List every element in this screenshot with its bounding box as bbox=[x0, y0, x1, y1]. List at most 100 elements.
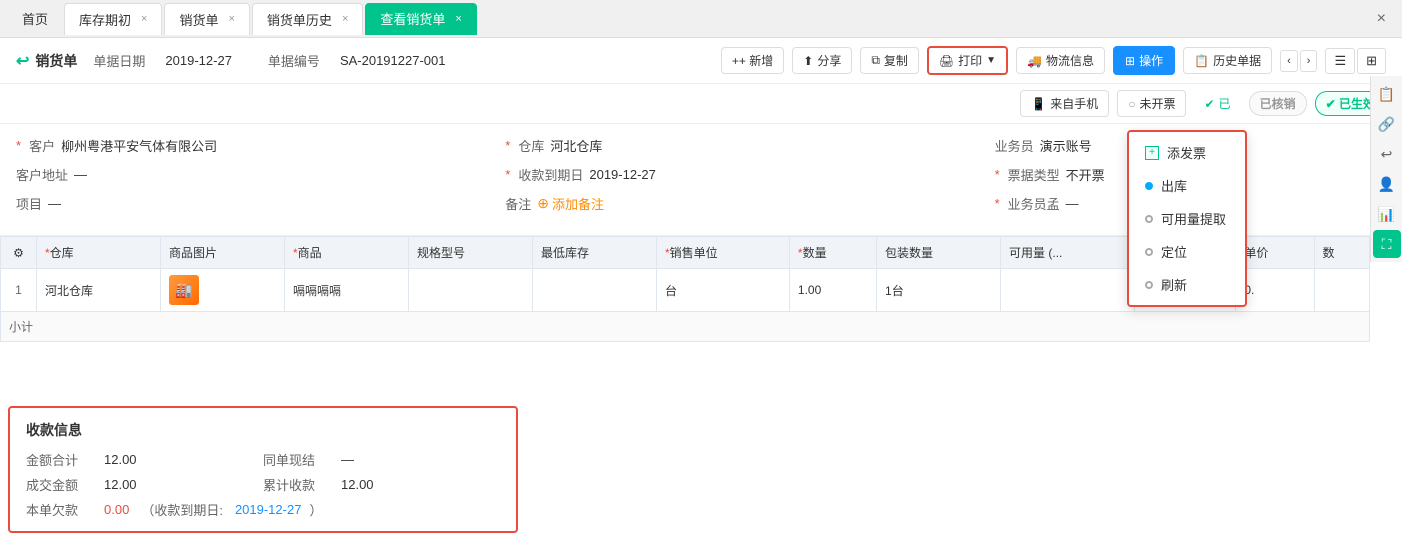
project-field: 项目 — bbox=[16, 194, 505, 213]
sidebar-icon-4[interactable]: 👤 bbox=[1373, 170, 1401, 198]
copy-button[interactable]: ⧉ 复制 bbox=[860, 47, 919, 74]
warehouse-required-star: * bbox=[505, 138, 510, 153]
row-warehouse: 河北仓库 bbox=[37, 269, 161, 312]
tab-inventory-init[interactable]: 库存期初 × bbox=[64, 3, 162, 35]
tab-close-sales-order[interactable]: × bbox=[228, 13, 234, 25]
history-button[interactable]: 📋 历史单据 bbox=[1183, 47, 1272, 74]
sidebar-icon-2[interactable]: 🔗 bbox=[1373, 110, 1401, 138]
row-unit: 台 bbox=[657, 269, 790, 312]
project-label: 项目 bbox=[16, 194, 42, 213]
add-note-text: 添加备注 bbox=[552, 194, 604, 213]
col-product: *商品 bbox=[285, 237, 409, 269]
nav-prev[interactable]: ‹ bbox=[1280, 50, 1298, 72]
logistics-icon: 🚚 bbox=[1027, 54, 1042, 68]
tab-sales-order[interactable]: 销货单 × bbox=[164, 3, 249, 35]
print-label: 打印 bbox=[958, 52, 982, 69]
address-label: 客户地址 bbox=[16, 165, 68, 184]
action-dropdown: + 添发票 出库 可用量提取 定位 刷新 bbox=[1127, 130, 1247, 307]
note-label: 备注 bbox=[505, 194, 531, 213]
copy-label: 复制 bbox=[884, 52, 908, 69]
payment-title: 收款信息 bbox=[26, 420, 500, 440]
window-close-button[interactable]: × bbox=[1369, 6, 1394, 32]
same-order-label: 同单现结 bbox=[263, 450, 333, 469]
view-grid[interactable]: ⊞ bbox=[1357, 48, 1386, 74]
dropdown-available-qty[interactable]: 可用量提取 bbox=[1129, 202, 1245, 235]
print-icon: 🖨 bbox=[939, 54, 954, 68]
doc-date-label: 单据日期 bbox=[93, 51, 145, 70]
row-price: 0. bbox=[1236, 269, 1314, 312]
total-label: 金额合计 bbox=[26, 450, 96, 469]
tab-view-sales[interactable]: 查看销货单 × bbox=[365, 3, 476, 35]
not-open-invoice-button[interactable]: ○ 未开票 bbox=[1117, 90, 1186, 117]
main-content: ↩ 销货单 单据日期 2019-12-27 单据编号 SA-20191227-0… bbox=[0, 38, 1402, 533]
row-num: 1 bbox=[1, 269, 37, 312]
tab-label-inventory-init: 库存期初 bbox=[79, 10, 131, 29]
invoice-label: 票据类型 bbox=[1008, 165, 1060, 184]
col-qty: *数量 bbox=[789, 237, 876, 269]
invoice-value[interactable]: 不开票 bbox=[1066, 165, 1105, 184]
sidebar-icon-1[interactable]: 📋 bbox=[1373, 80, 1401, 108]
operate-button[interactable]: ⊞ 操作 bbox=[1113, 46, 1175, 75]
payment-date-label: 收款到期日 bbox=[518, 165, 583, 184]
toolbar: + + 新增 ⬆ 分享 ⧉ 复制 🖨 打印 ▼ 🚚 物流信息 ⊞ bbox=[721, 46, 1386, 75]
tab-close-view-sales[interactable]: × bbox=[455, 13, 461, 25]
dropdown-outbound[interactable]: 出库 bbox=[1129, 169, 1245, 202]
row-spec bbox=[409, 269, 533, 312]
staff-value[interactable]: 演示账号 bbox=[1040, 136, 1092, 155]
tab-home[interactable]: 首页 bbox=[8, 3, 62, 34]
total-value: 12.00 bbox=[104, 452, 137, 467]
share-icon: ⬆ bbox=[803, 54, 813, 68]
tab-label-sales-order: 销货单 bbox=[179, 10, 218, 29]
dropdown-add-invoice[interactable]: + 添发票 bbox=[1129, 136, 1245, 169]
check1-button[interactable]: ✔ 已 bbox=[1194, 91, 1240, 116]
col-warehouse: *仓库 bbox=[37, 237, 161, 269]
view-toggle: ☰ ⊞ bbox=[1325, 48, 1386, 74]
payment-date-value[interactable]: 2019-12-27 bbox=[589, 167, 656, 182]
right-sidebar: 📋 🔗 ↩ 👤 📊 ⛶ bbox=[1370, 76, 1402, 262]
tab-sales-history[interactable]: 销货单历史 × bbox=[252, 3, 363, 35]
not-open-label: 未开票 bbox=[1139, 95, 1175, 112]
row-amount bbox=[1314, 269, 1369, 312]
logistics-button[interactable]: 🚚 物流信息 bbox=[1016, 47, 1105, 74]
sidebar-icon-expand[interactable]: ⛶ bbox=[1373, 230, 1401, 258]
tab-close-sales-history[interactable]: × bbox=[342, 13, 348, 25]
customer-value[interactable]: 柳州粤港平安气体有限公司 bbox=[61, 136, 217, 155]
staff-label: 业务员 bbox=[995, 136, 1034, 155]
cumulative-label: 累计收款 bbox=[263, 475, 333, 494]
owed-label: 本单欠款 bbox=[26, 500, 96, 519]
customer-field: * 客户 柳州粤港平安气体有限公司 bbox=[16, 136, 505, 155]
col-unit: *销售单位 bbox=[657, 237, 790, 269]
tab-label-view-sales: 查看销货单 bbox=[380, 9, 445, 28]
col-pack-qty: 包装数量 bbox=[877, 237, 1001, 269]
row-min-stock bbox=[533, 269, 657, 312]
circle-icon: ○ bbox=[1128, 97, 1135, 111]
dropdown-locate[interactable]: 定位 bbox=[1129, 235, 1245, 268]
cancelled-badge: 已核销 bbox=[1249, 91, 1307, 116]
add-note-button[interactable]: ⊕ 添加备注 bbox=[537, 194, 604, 213]
tab-close-inventory-init[interactable]: × bbox=[141, 13, 147, 25]
refresh-label: 刷新 bbox=[1161, 275, 1187, 294]
staff2-value: — bbox=[1066, 196, 1079, 211]
doc-title-area: ↩ 销货单 bbox=[16, 51, 77, 71]
row-available bbox=[1001, 269, 1135, 312]
print-button[interactable]: 🖨 打印 ▼ bbox=[927, 46, 1008, 75]
customer-required-star: * bbox=[16, 138, 21, 153]
view-list[interactable]: ☰ bbox=[1325, 48, 1355, 74]
col-gear[interactable]: ⚙ bbox=[1, 237, 37, 269]
dropdown-refresh[interactable]: 刷新 bbox=[1129, 268, 1245, 301]
from-phone-button[interactable]: 📱 来自手机 bbox=[1020, 90, 1109, 117]
warehouse-field: * 仓库 河北仓库 bbox=[505, 136, 994, 155]
logistics-label: 物流信息 bbox=[1046, 52, 1094, 69]
deal-amount-row: 成交金额 12.00 bbox=[26, 475, 263, 494]
phone-icon: 📱 bbox=[1031, 97, 1046, 111]
nav-next[interactable]: › bbox=[1300, 50, 1318, 72]
warehouse-value[interactable]: 河北仓库 bbox=[550, 136, 602, 155]
owed-date: 2019-12-27 bbox=[235, 502, 302, 517]
sidebar-icon-3[interactable]: ↩ bbox=[1373, 140, 1401, 168]
payment-grid: 金额合计 12.00 同单现结 — 成交金额 12.00 累计收款 12.00 … bbox=[26, 450, 500, 519]
new-button[interactable]: + + 新增 bbox=[721, 47, 784, 74]
share-button[interactable]: ⬆ 分享 bbox=[792, 47, 852, 74]
doc-header: ↩ 销货单 单据日期 2019-12-27 单据编号 SA-20191227-0… bbox=[0, 38, 1402, 84]
sidebar-icon-5[interactable]: 📊 bbox=[1373, 200, 1401, 228]
locate-label: 定位 bbox=[1161, 242, 1187, 261]
